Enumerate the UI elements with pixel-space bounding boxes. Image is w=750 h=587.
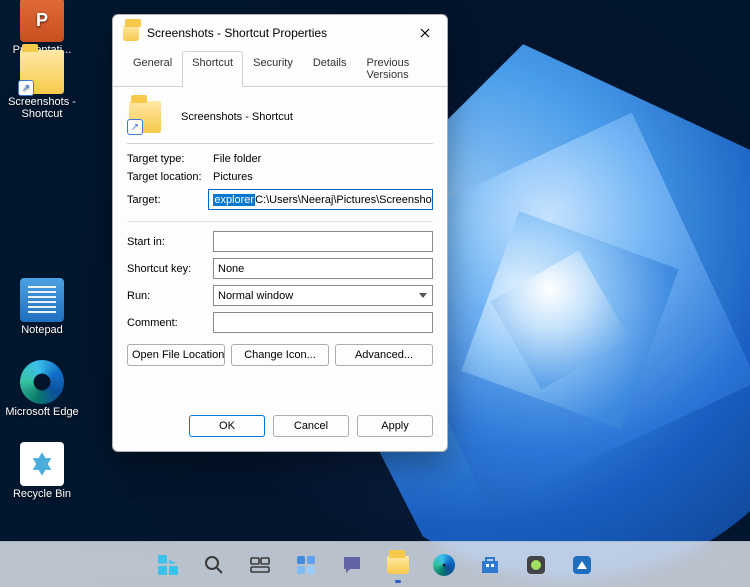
app-icon (524, 553, 548, 577)
desktop-icon-label: Notepad (4, 324, 80, 336)
target-type-label: Target type: (127, 153, 213, 165)
shortcut-overlay-icon: ↗ (18, 80, 34, 96)
desktop-icon-notepad[interactable]: Notepad (4, 278, 80, 336)
store-icon (478, 553, 502, 577)
chat-icon (340, 553, 364, 577)
tab-security[interactable]: Security (243, 51, 303, 87)
edge-icon (433, 554, 455, 576)
notepad-icon (20, 278, 64, 322)
folder-icon: ↗ (20, 50, 64, 94)
taskbar[interactable] (0, 541, 750, 587)
desktop-icon-recycle-bin[interactable]: Recycle Bin (4, 442, 80, 500)
desktop-icon-screenshots-shortcut[interactable]: ↗ Screenshots - Shortcut (4, 50, 80, 120)
taskbar-task-view[interactable] (240, 545, 280, 585)
dialog-title: Screenshots - Shortcut Properties (147, 26, 407, 40)
app-icon (570, 553, 594, 577)
titlebar[interactable]: Screenshots - Shortcut Properties (113, 15, 447, 51)
taskbar-edge[interactable] (424, 545, 464, 585)
desktop-icon-edge[interactable]: Microsoft Edge (4, 360, 80, 418)
properties-dialog: Screenshots - Shortcut Properties Genera… (112, 14, 448, 452)
apply-button[interactable]: Apply (357, 415, 433, 437)
run-label: Run: (127, 290, 213, 302)
ok-button[interactable]: OK (189, 415, 265, 437)
desktop-icon-label: Recycle Bin (4, 488, 80, 500)
target-input[interactable]: explorer C:\Users\Neeraj\Pictures\Screen… (208, 189, 433, 210)
advanced-button[interactable]: Advanced... (335, 344, 433, 366)
folder-icon (387, 556, 409, 574)
target-location-label: Target location: (127, 171, 213, 183)
taskbar-search[interactable] (194, 545, 234, 585)
separator (127, 221, 433, 222)
target-rest-text: C:\Users\Neeraj\Pictures\Screenshots (255, 194, 433, 206)
widgets-icon (294, 553, 318, 577)
target-location-value: Pictures (213, 171, 433, 183)
comment-label: Comment: (127, 317, 213, 329)
close-icon (420, 28, 430, 38)
open-file-location-button[interactable]: Open File Location (127, 344, 225, 366)
shortcut-key-input[interactable] (213, 258, 433, 279)
shortcut-key-label: Shortcut key: (127, 263, 213, 275)
start-button[interactable] (148, 545, 188, 585)
taskbar-app-2[interactable] (562, 545, 602, 585)
taskbar-app[interactable] (516, 545, 556, 585)
start-in-input[interactable] (213, 231, 433, 252)
tab-general[interactable]: General (123, 51, 182, 87)
close-button[interactable] (407, 21, 443, 45)
tab-strip: General Shortcut Security Details Previo… (113, 51, 447, 87)
taskbar-widgets[interactable] (286, 545, 326, 585)
item-name: Screenshots - Shortcut (181, 111, 431, 123)
change-icon-button[interactable]: Change Icon... (231, 344, 329, 366)
folder-icon: ↗ (129, 101, 161, 133)
cancel-button[interactable]: Cancel (273, 415, 349, 437)
taskbar-chat[interactable] (332, 545, 372, 585)
target-selected-text: explorer (213, 194, 255, 206)
recycle-bin-icon (20, 442, 64, 486)
search-icon (202, 553, 226, 577)
tab-previous-versions[interactable]: Previous Versions (356, 51, 437, 87)
desktop-icon-presentation[interactable]: P Presentati... (4, 0, 80, 56)
powerpoint-icon: P (20, 0, 64, 42)
folder-icon (123, 25, 139, 41)
shortcut-overlay-icon: ↗ (127, 119, 143, 135)
start-in-label: Start in: (127, 236, 213, 248)
comment-input[interactable] (213, 312, 433, 333)
target-type-value: File folder (213, 153, 433, 165)
taskbar-file-explorer[interactable] (378, 545, 418, 585)
task-view-icon (248, 553, 272, 577)
tab-details[interactable]: Details (303, 51, 357, 87)
tab-shortcut[interactable]: Shortcut (182, 51, 243, 87)
taskbar-store[interactable] (470, 545, 510, 585)
run-select[interactable]: Normal window (213, 285, 433, 306)
target-label: Target: (127, 194, 208, 206)
edge-icon (20, 360, 64, 404)
windows-icon (156, 553, 180, 577)
desktop-icon-label: Screenshots - Shortcut (4, 96, 80, 120)
desktop-icon-label: Microsoft Edge (4, 406, 80, 418)
